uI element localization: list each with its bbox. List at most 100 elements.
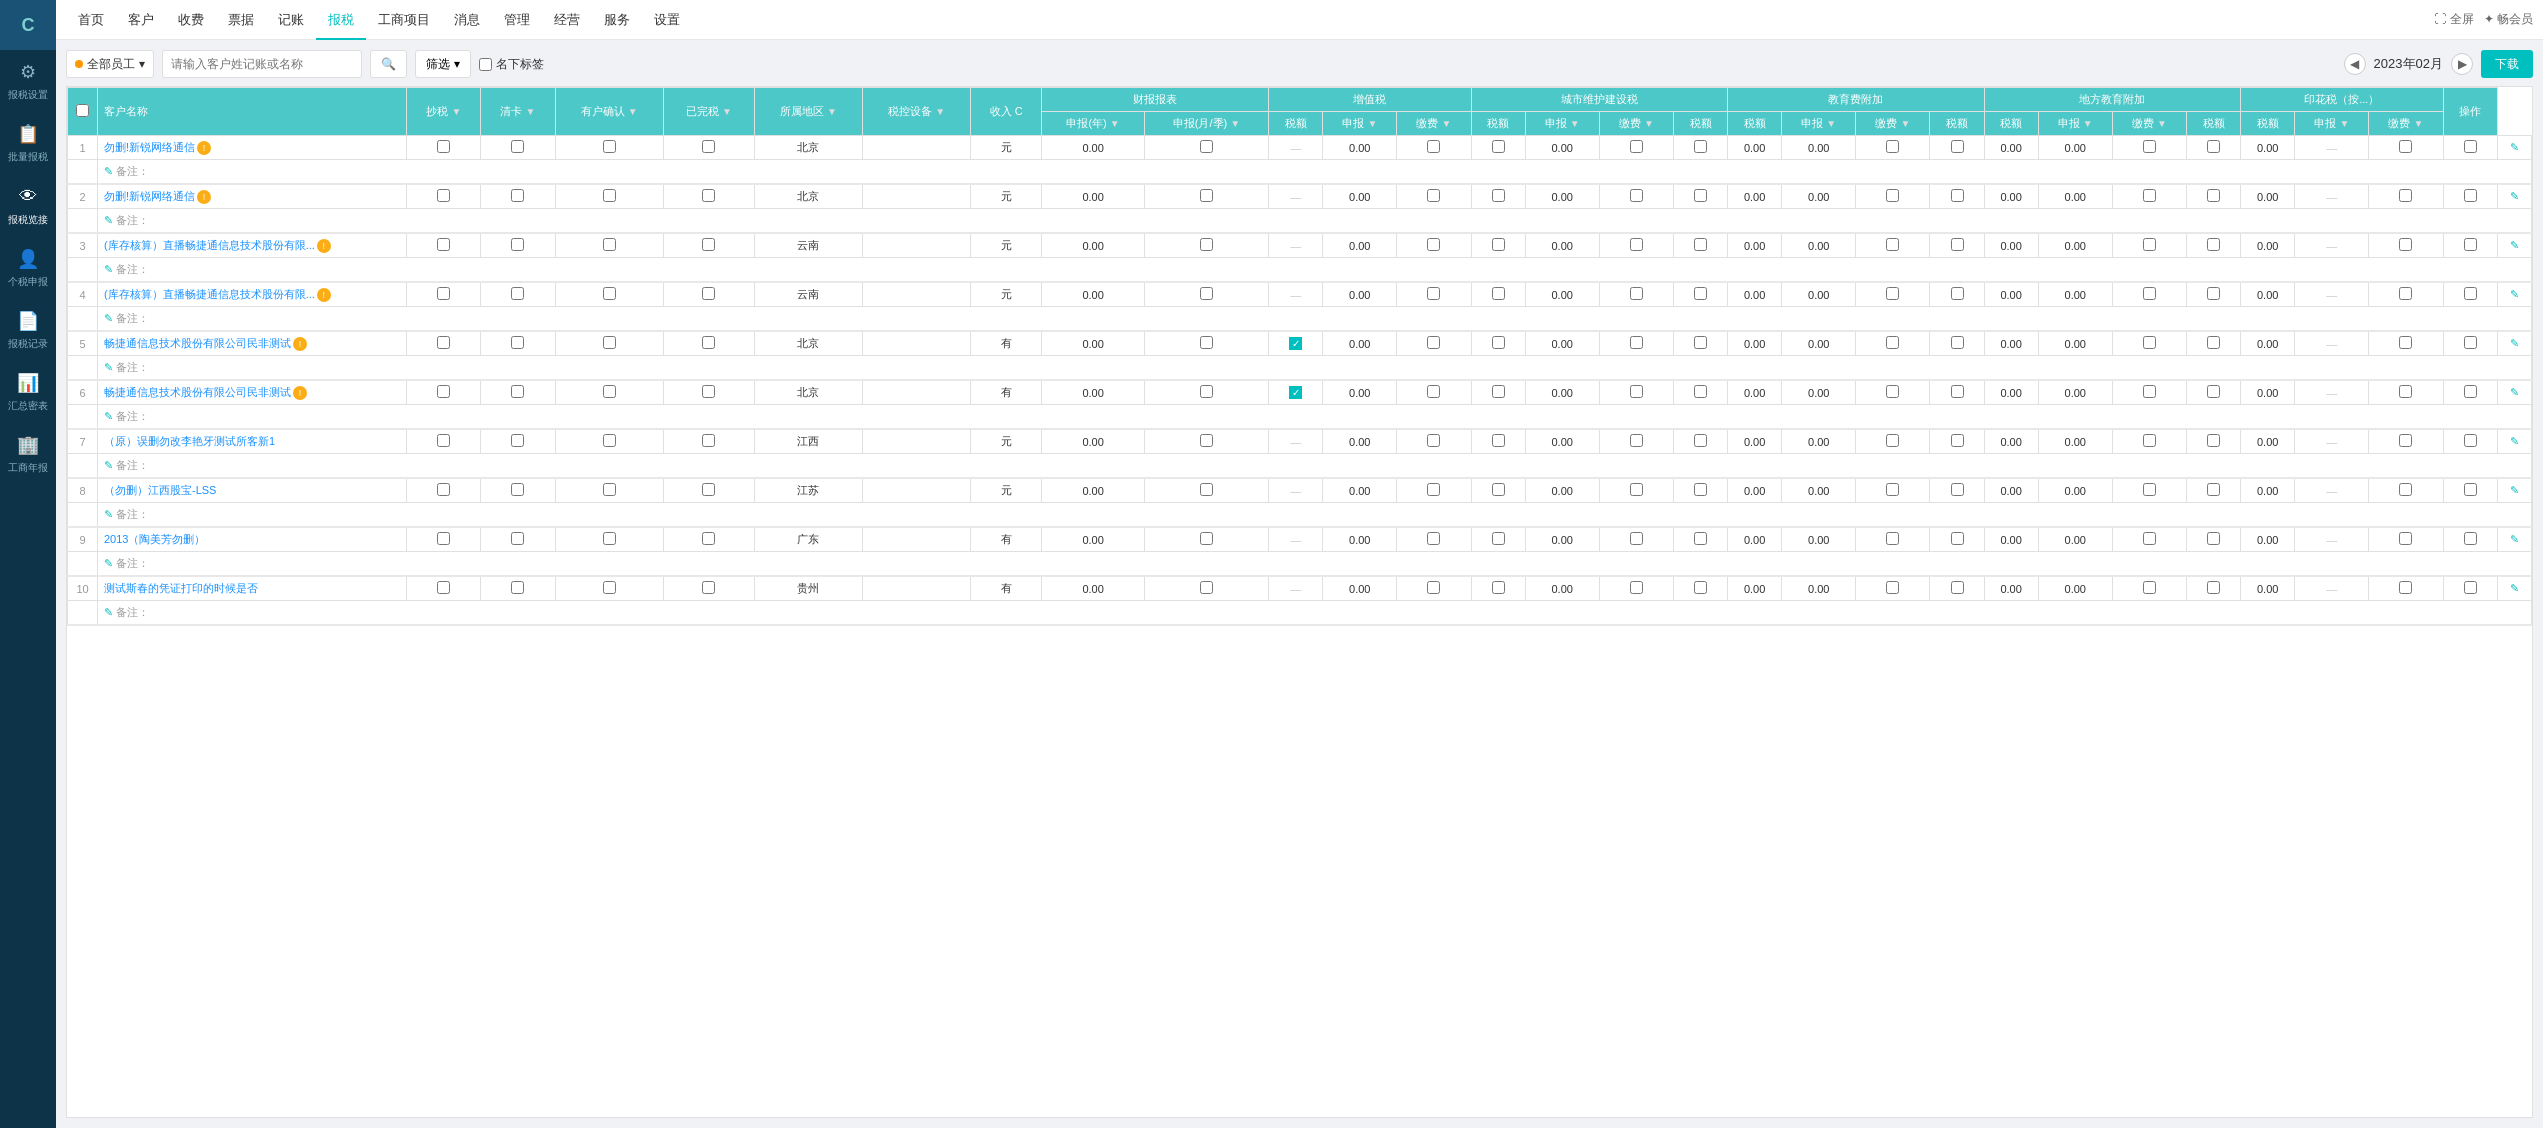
note-edit-icon[interactable]: ✎	[104, 214, 113, 226]
yinhua-jiao-val[interactable]	[2443, 527, 2497, 552]
edit-icon[interactable]: ✎	[2510, 386, 2519, 398]
cheng-shen-checkbox[interactable]	[1630, 238, 1643, 251]
difang-shen-checkbox[interactable]	[2143, 287, 2156, 300]
cheng-shen-val[interactable]	[1599, 429, 1673, 454]
jiao-shen-val[interactable]	[1856, 282, 1930, 307]
edit-icon[interactable]: ✎	[2510, 533, 2519, 545]
cheng-jiao-val[interactable]	[1673, 429, 1727, 454]
difang-shen-checkbox[interactable]	[2143, 140, 2156, 153]
zengzhi-shen-val[interactable]	[1397, 184, 1471, 209]
caibao-year-val[interactable]	[1144, 233, 1268, 258]
yinhua-shen-checkbox[interactable]	[2399, 189, 2412, 202]
jiao-jiao-val[interactable]	[1930, 282, 1984, 307]
yinhua-jiao-checkbox[interactable]	[2464, 336, 2477, 349]
zengzhi-jiao-checkbox[interactable]	[1492, 434, 1505, 447]
zengzhi-shen-checkbox[interactable]	[1427, 287, 1440, 300]
difang-jiao-val[interactable]	[2187, 184, 2241, 209]
client-name[interactable]: 勿删!新锐网络通信!	[98, 136, 407, 160]
jiao-jiao-checkbox[interactable]	[1951, 483, 1964, 496]
edit-icon[interactable]: ✎	[2510, 337, 2519, 349]
chaoshui-checkbox[interactable]	[437, 483, 450, 496]
client-name[interactable]: (库存核算）直播畅捷通信息技术股份有限...!	[98, 282, 407, 307]
difang-jiao-val[interactable]	[2187, 380, 2241, 405]
youhu-checkbox[interactable]	[603, 140, 616, 153]
cheng-shen-checkbox[interactable]	[1630, 287, 1643, 300]
nav-shoufei[interactable]: 收费	[166, 0, 216, 40]
yinhua-shen-checkbox[interactable]	[2399, 483, 2412, 496]
jiao-jiao-val[interactable]	[1930, 478, 1984, 503]
col-chaoshui-val[interactable]	[407, 576, 481, 601]
cheng-jiao-val[interactable]	[1673, 282, 1727, 307]
col-youhu-val[interactable]	[555, 184, 663, 209]
chaoshui-checkbox[interactable]	[437, 385, 450, 398]
difang-jiao-val[interactable]	[2187, 233, 2241, 258]
zengzhi-jiao-checkbox[interactable]	[1492, 385, 1505, 398]
caibao-month-checked[interactable]: ✓	[1289, 337, 1302, 350]
jiao-jiao-val[interactable]	[1930, 136, 1984, 160]
caibao-year-checkbox[interactable]	[1200, 532, 1213, 545]
jiao-shen-checkbox[interactable]	[1886, 287, 1899, 300]
client-name[interactable]: （原）误删勿改李艳牙测试所客新1	[98, 429, 407, 454]
yinhua-jiao-checkbox[interactable]	[2464, 434, 2477, 447]
caibao-year-val[interactable]	[1144, 136, 1268, 160]
zengzhi-jiao-val[interactable]	[1471, 233, 1525, 258]
zengzhi-jiao-checkbox[interactable]	[1492, 532, 1505, 545]
cheng-shen-checkbox[interactable]	[1630, 581, 1643, 594]
difang-shen-val[interactable]	[2112, 380, 2186, 405]
cheng-shen-val[interactable]	[1599, 136, 1673, 160]
qingka-checkbox[interactable]	[511, 140, 524, 153]
yinhua-shen-val[interactable]	[2369, 429, 2443, 454]
col-chaoshui-val[interactable]	[407, 331, 481, 356]
yinhua-shen-val[interactable]	[2369, 136, 2443, 160]
jiao-jiao-checkbox[interactable]	[1951, 385, 1964, 398]
difang-shen-checkbox[interactable]	[2143, 434, 2156, 447]
yinhua-shen-val[interactable]	[2369, 478, 2443, 503]
qingka-checkbox[interactable]	[511, 336, 524, 349]
youhu-checkbox[interactable]	[603, 336, 616, 349]
caibao-year-checkbox[interactable]	[1200, 434, 1213, 447]
prev-month-btn[interactable]: ◀	[2344, 53, 2366, 75]
yinhua-jiao-val[interactable]	[2443, 233, 2497, 258]
jiao-jiao-val[interactable]	[1930, 233, 1984, 258]
col-qingka-val[interactable]	[481, 429, 555, 454]
cheng-jiao-checkbox[interactable]	[1694, 238, 1707, 251]
cheng-shen-val[interactable]	[1599, 527, 1673, 552]
zengzhi-jiao-val[interactable]	[1471, 331, 1525, 356]
youhu-checkbox[interactable]	[603, 581, 616, 594]
col-chaoshui-val[interactable]	[407, 478, 481, 503]
jiao-shen-val[interactable]	[1856, 380, 1930, 405]
difang-shen-checkbox[interactable]	[2143, 483, 2156, 496]
download-button[interactable]: 下载	[2481, 50, 2533, 78]
client-name[interactable]: 勿删!新锐网络通信!	[98, 184, 407, 209]
note-edit-icon[interactable]: ✎	[104, 165, 113, 177]
search-input[interactable]	[162, 50, 362, 78]
zengzhi-shen-checkbox[interactable]	[1427, 189, 1440, 202]
nav-fuwu[interactable]: 服务	[592, 0, 642, 40]
zengzhi-shen-checkbox[interactable]	[1427, 581, 1440, 594]
yinhua-jiao-val[interactable]	[2443, 576, 2497, 601]
yinhua-jiao-checkbox[interactable]	[2464, 483, 2477, 496]
difang-shen-checkbox[interactable]	[2143, 532, 2156, 545]
col-qingka-val[interactable]	[481, 184, 555, 209]
jiao-jiao-checkbox[interactable]	[1951, 287, 1964, 300]
edit-icon[interactable]: ✎	[2510, 141, 2519, 153]
zengzhi-jiao-val[interactable]	[1471, 478, 1525, 503]
caibao-year-val[interactable]	[1144, 331, 1268, 356]
chaoshui-checkbox[interactable]	[437, 434, 450, 447]
yinhua-shen-checkbox[interactable]	[2399, 238, 2412, 251]
yinhua-jiao-val[interactable]	[2443, 331, 2497, 356]
difang-jiao-checkbox[interactable]	[2207, 532, 2220, 545]
zengzhi-shen-val[interactable]	[1397, 380, 1471, 405]
chaoshui-checkbox[interactable]	[437, 336, 450, 349]
zengzhi-jiao-val[interactable]	[1471, 282, 1525, 307]
jiao-jiao-checkbox[interactable]	[1951, 532, 1964, 545]
sidebar-item-gongshang[interactable]: 🏢 工商年报	[0, 423, 56, 485]
cheng-jiao-checkbox[interactable]	[1694, 336, 1707, 349]
action-cell[interactable]: ✎	[2497, 478, 2531, 503]
sidebar-item-pilian-baoshui[interactable]: 📋 批量报税	[0, 112, 56, 174]
col-chaoshui-val[interactable]	[407, 282, 481, 307]
difang-jiao-val[interactable]	[2187, 478, 2241, 503]
member-btn[interactable]: ✦ 畅会员	[2484, 11, 2533, 28]
col-youhu-val[interactable]	[555, 331, 663, 356]
difang-shen-checkbox[interactable]	[2143, 238, 2156, 251]
